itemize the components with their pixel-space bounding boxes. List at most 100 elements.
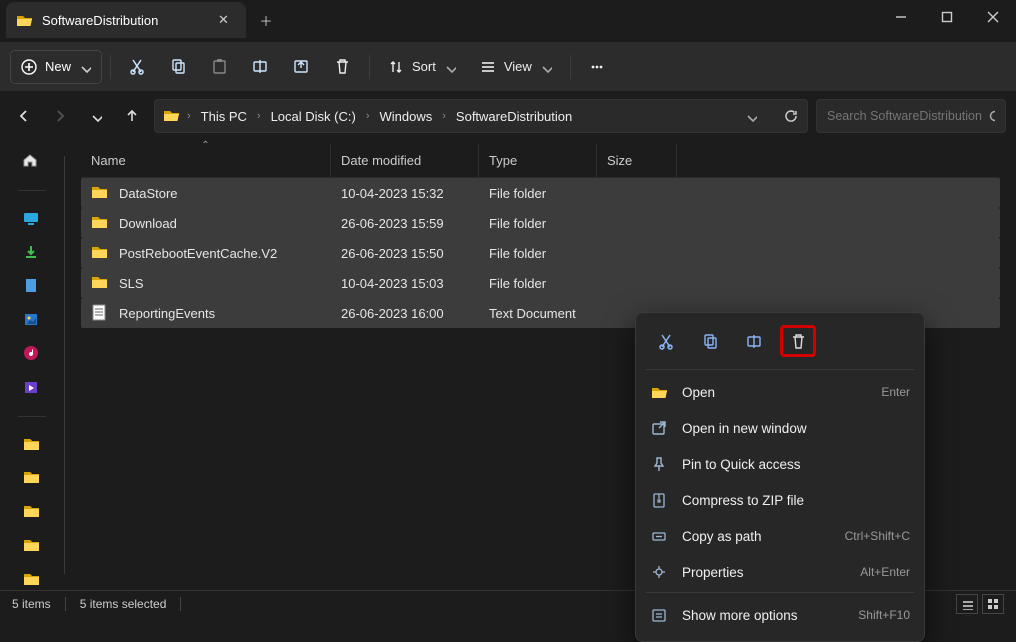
- cm-item-label: Copy as path: [682, 529, 831, 544]
- breadcrumb[interactable]: SoftwareDistribution: [452, 107, 576, 126]
- folder-icon[interactable]: [18, 570, 46, 590]
- minimize-button[interactable]: [878, 0, 924, 34]
- cm-item-show-more-options[interactable]: Show more options Shift+F10: [636, 597, 924, 633]
- breadcrumb[interactable]: Local Disk (C:): [267, 107, 360, 126]
- navigation-pane: [0, 140, 64, 590]
- cm-item-label: Compress to ZIP file: [682, 493, 896, 508]
- search-box[interactable]: [816, 99, 1006, 133]
- cm-item-label: Open in new window: [682, 421, 896, 436]
- address-bar[interactable]: › This PC › Local Disk (C:) › Windows › …: [154, 99, 808, 133]
- folder-icon: [91, 274, 109, 292]
- file-type: File folder: [479, 246, 597, 261]
- maximize-button[interactable]: [924, 0, 970, 34]
- search-icon[interactable]: [988, 109, 995, 124]
- file-row[interactable]: PostRebootEventCache.V226-06-2023 15:50F…: [81, 238, 1000, 268]
- pin-icon: [650, 455, 668, 473]
- file-date: 26-06-2023 16:00: [331, 306, 479, 321]
- cm-item-compress-to-zip-file[interactable]: Compress to ZIP file: [636, 482, 924, 518]
- search-input[interactable]: [827, 109, 988, 123]
- up-button[interactable]: [118, 102, 146, 130]
- refresh-icon[interactable]: [783, 108, 799, 124]
- pictures-icon[interactable]: [18, 310, 46, 330]
- file-date: 10-04-2023 15:03: [331, 276, 479, 291]
- more-button[interactable]: [579, 50, 615, 84]
- view-button[interactable]: View: [470, 50, 562, 84]
- file-type: Text Document: [479, 306, 597, 321]
- breadcrumb[interactable]: This PC: [197, 107, 251, 126]
- folder-icon[interactable]: [18, 435, 46, 455]
- desktop-icon[interactable]: [18, 209, 46, 229]
- folder-icon[interactable]: [18, 469, 46, 489]
- home-icon[interactable]: [18, 152, 46, 172]
- cm-cut-button[interactable]: [648, 325, 684, 357]
- documents-icon[interactable]: [18, 276, 46, 296]
- column-size[interactable]: Size: [597, 144, 677, 177]
- file-type: File folder: [479, 186, 597, 201]
- recent-dropdown[interactable]: [82, 102, 110, 130]
- music-icon[interactable]: [18, 344, 46, 364]
- cm-item-copy-as-path[interactable]: Copy as path Ctrl+Shift+C: [636, 518, 924, 554]
- cm-item-label: Show more options: [682, 608, 844, 623]
- newwindow-icon: [650, 419, 668, 437]
- sort-button[interactable]: Sort: [378, 50, 466, 84]
- cm-item-properties[interactable]: PropertiesAlt+Enter: [636, 554, 924, 590]
- videos-icon[interactable]: [18, 378, 46, 398]
- cm-rename-button[interactable]: [736, 325, 772, 357]
- new-tab-button[interactable]: ＋: [246, 2, 286, 38]
- window-tab[interactable]: SoftwareDistribution ✕: [6, 2, 246, 38]
- props-icon: [650, 563, 668, 581]
- textfile-icon: [91, 304, 109, 322]
- file-row[interactable]: DataStore 10-04-2023 15:32File folder: [81, 178, 1000, 208]
- cm-item-accel: Ctrl+Shift+C: [845, 529, 910, 543]
- column-headers: Name⌃ Date modified Type Size: [81, 144, 1000, 178]
- cm-item-open-in-new-window[interactable]: Open in new window: [636, 410, 924, 446]
- rename-button[interactable]: [242, 50, 279, 84]
- folder-icon[interactable]: [18, 502, 46, 522]
- folder-icon[interactable]: [18, 536, 46, 556]
- cm-item-open[interactable]: OpenEnter: [636, 374, 924, 410]
- context-menu: OpenEnter Open in new window Pin to Quick …: [635, 312, 925, 642]
- file-row[interactable]: Download26-06-2023 15:59File folder: [81, 208, 1000, 238]
- file-name: ReportingEvents: [119, 306, 215, 321]
- file-date: 10-04-2023 15:32: [331, 186, 479, 201]
- cm-copy-button[interactable]: [692, 325, 728, 357]
- sort-label: Sort: [412, 59, 436, 74]
- file-type: File folder: [479, 276, 597, 291]
- delete-button[interactable]: [324, 50, 361, 84]
- downloads-icon[interactable]: [18, 243, 46, 263]
- folder-icon: [16, 12, 32, 28]
- file-date: 26-06-2023 15:59: [331, 216, 479, 231]
- column-date[interactable]: Date modified: [331, 144, 479, 177]
- close-tab-icon[interactable]: ✕: [218, 12, 232, 28]
- details-view-button[interactable]: [956, 594, 978, 614]
- new-button[interactable]: New: [10, 50, 102, 84]
- column-name[interactable]: Name⌃: [81, 144, 331, 177]
- cut-button[interactable]: [119, 50, 156, 84]
- share-button[interactable]: [283, 50, 320, 84]
- icons-view-button[interactable]: [982, 594, 1004, 614]
- chevron-down-icon[interactable]: [745, 110, 757, 122]
- column-type[interactable]: Type: [479, 144, 597, 177]
- item-count: 5 items: [12, 597, 51, 611]
- close-window-button[interactable]: [970, 0, 1016, 34]
- forward-button[interactable]: [46, 102, 74, 130]
- file-name: DataStore: [119, 186, 178, 201]
- cm-item-accel: Alt+Enter: [860, 565, 910, 579]
- cm-delete-button[interactable]: [780, 325, 816, 357]
- tab-title: SoftwareDistribution: [42, 13, 208, 28]
- breadcrumb[interactable]: Windows: [376, 107, 437, 126]
- file-row[interactable]: SLS 10-04-2023 15:03File folder: [81, 268, 1000, 298]
- zip-icon: [650, 491, 668, 509]
- cm-item-pin-to-quick-access[interactable]: Pin to Quick access: [636, 446, 924, 482]
- folder-icon: [91, 184, 109, 202]
- copy-button[interactable]: [160, 50, 197, 84]
- folder-icon: [91, 214, 109, 232]
- selection-count: 5 items selected: [80, 597, 167, 611]
- paste-button[interactable]: [201, 50, 238, 84]
- path-icon: [650, 527, 668, 545]
- file-name: SLS: [119, 276, 144, 291]
- new-label: New: [45, 59, 71, 74]
- back-button[interactable]: [10, 102, 38, 130]
- file-name: PostRebootEventCache.V2: [119, 246, 277, 261]
- cm-item-accel: Shift+F10: [858, 608, 910, 622]
